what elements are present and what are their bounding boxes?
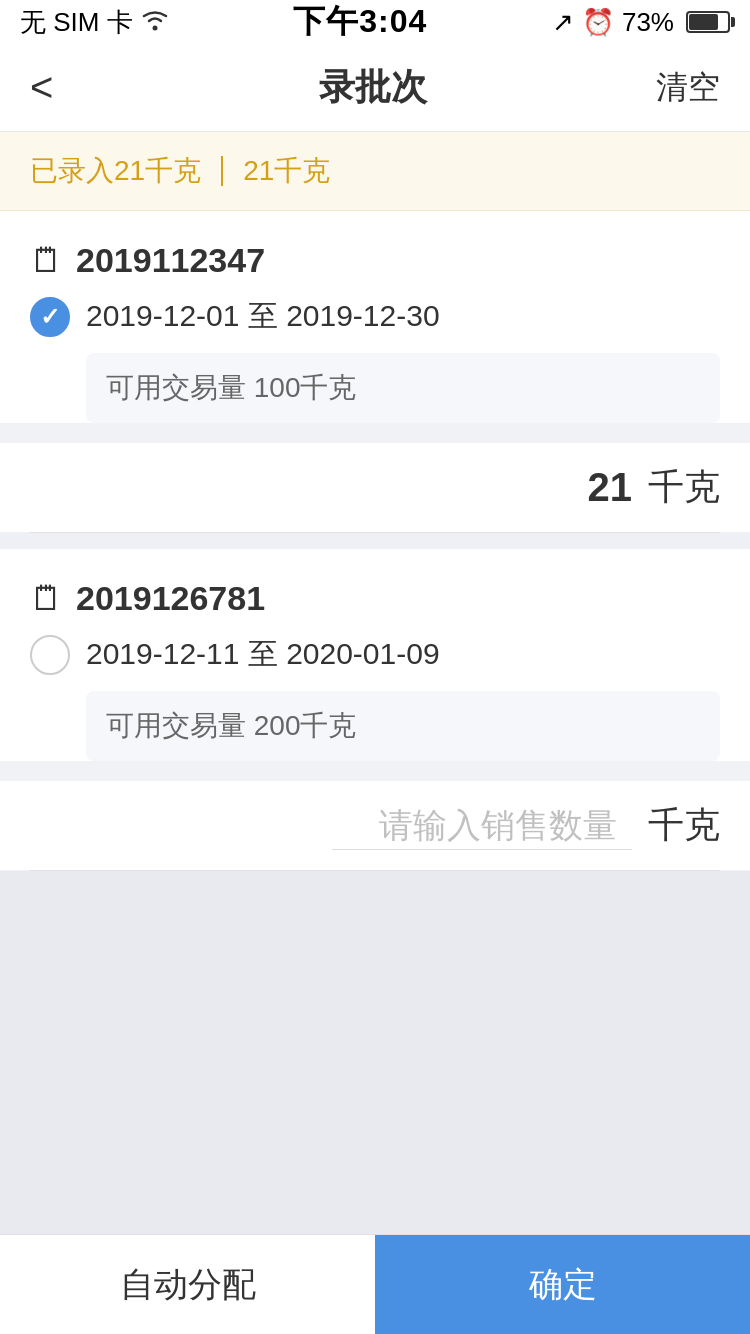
batch-2-date: 2019-12-11 至 2020-01-09 xyxy=(86,634,440,675)
batch-2-quantity-input[interactable] xyxy=(332,802,632,850)
recorded-value: 21千克 xyxy=(243,152,330,190)
batch-2-unit: 千克 xyxy=(648,801,720,850)
batch-2-input-row[interactable]: 千克 xyxy=(0,781,750,870)
battery-percentage: 73% xyxy=(622,7,674,38)
batch-1-id: 2019112347 xyxy=(76,241,265,280)
battery-icon xyxy=(686,11,730,33)
wifi-icon xyxy=(141,7,169,38)
batch-2-date-row[interactable]: 2019-12-11 至 2020-01-09 xyxy=(30,634,720,675)
gray-area xyxy=(0,871,750,1251)
batch-1-radio[interactable] xyxy=(30,297,70,337)
batch-1-date: 2019-12-01 至 2019-12-30 xyxy=(86,296,440,337)
batch-2-available: 可用交易量 200千克 xyxy=(106,710,357,741)
batch-1-input-row: 21 千克 xyxy=(0,443,750,532)
status-bar: 无 SIM 卡 下午3:04 ↗ ⏰ 73% xyxy=(0,0,750,44)
batch-2-icon: 🗒 xyxy=(30,579,64,618)
batch-1-available: 可用交易量 100千克 xyxy=(106,372,357,403)
time-display: 下午3:04 xyxy=(293,0,427,44)
batch-card-1: 🗒 2019112347 2019-12-01 至 2019-12-30 可用交… xyxy=(0,211,750,423)
batch-2-radio[interactable] xyxy=(30,635,70,675)
batch-1-quantity-value[interactable]: 21 xyxy=(588,465,633,510)
status-right: ↗ ⏰ 73% xyxy=(552,7,730,38)
status-left: 无 SIM 卡 xyxy=(20,5,169,40)
batch-2-id: 2019126781 xyxy=(76,579,265,618)
batch-2-quantity-box: 可用交易量 200千克 xyxy=(86,691,720,761)
batch-2-header: 🗒 2019126781 xyxy=(30,579,720,618)
auto-distribute-button[interactable]: 自动分配 xyxy=(0,1235,375,1334)
info-banner: 已录入21千克 21千克 xyxy=(0,132,750,211)
recorded-label: 已录入21千克 xyxy=(30,152,201,190)
batch-card-2: 🗒 2019126781 2019-12-11 至 2020-01-09 可用交… xyxy=(0,549,750,761)
batch-1-icon: 🗒 xyxy=(30,241,64,280)
location-icon: ↗ xyxy=(552,7,574,38)
back-button[interactable]: < xyxy=(30,65,90,110)
clear-button[interactable]: 清空 xyxy=(656,66,720,110)
nav-bar: < 录批次 清空 xyxy=(0,44,750,132)
svg-point-0 xyxy=(152,25,157,30)
batch-1-unit: 千克 xyxy=(648,463,720,512)
batch-1-quantity-box: 可用交易量 100千克 xyxy=(86,353,720,423)
batch-1-date-row[interactable]: 2019-12-01 至 2019-12-30 xyxy=(30,296,720,337)
page-title: 录批次 xyxy=(319,63,427,112)
confirm-button[interactable]: 确定 xyxy=(375,1235,750,1334)
bottom-bar: 自动分配 确定 xyxy=(0,1234,750,1334)
section-separator xyxy=(0,533,750,549)
carrier-text: 无 SIM 卡 xyxy=(20,5,133,40)
info-divider xyxy=(221,156,223,186)
page-content: 已录入21千克 21千克 🗒 2019112347 2019-12-01 至 2… xyxy=(0,132,750,1334)
batch-1-header: 🗒 2019112347 xyxy=(30,241,720,280)
alarm-icon: ⏰ xyxy=(582,7,614,38)
